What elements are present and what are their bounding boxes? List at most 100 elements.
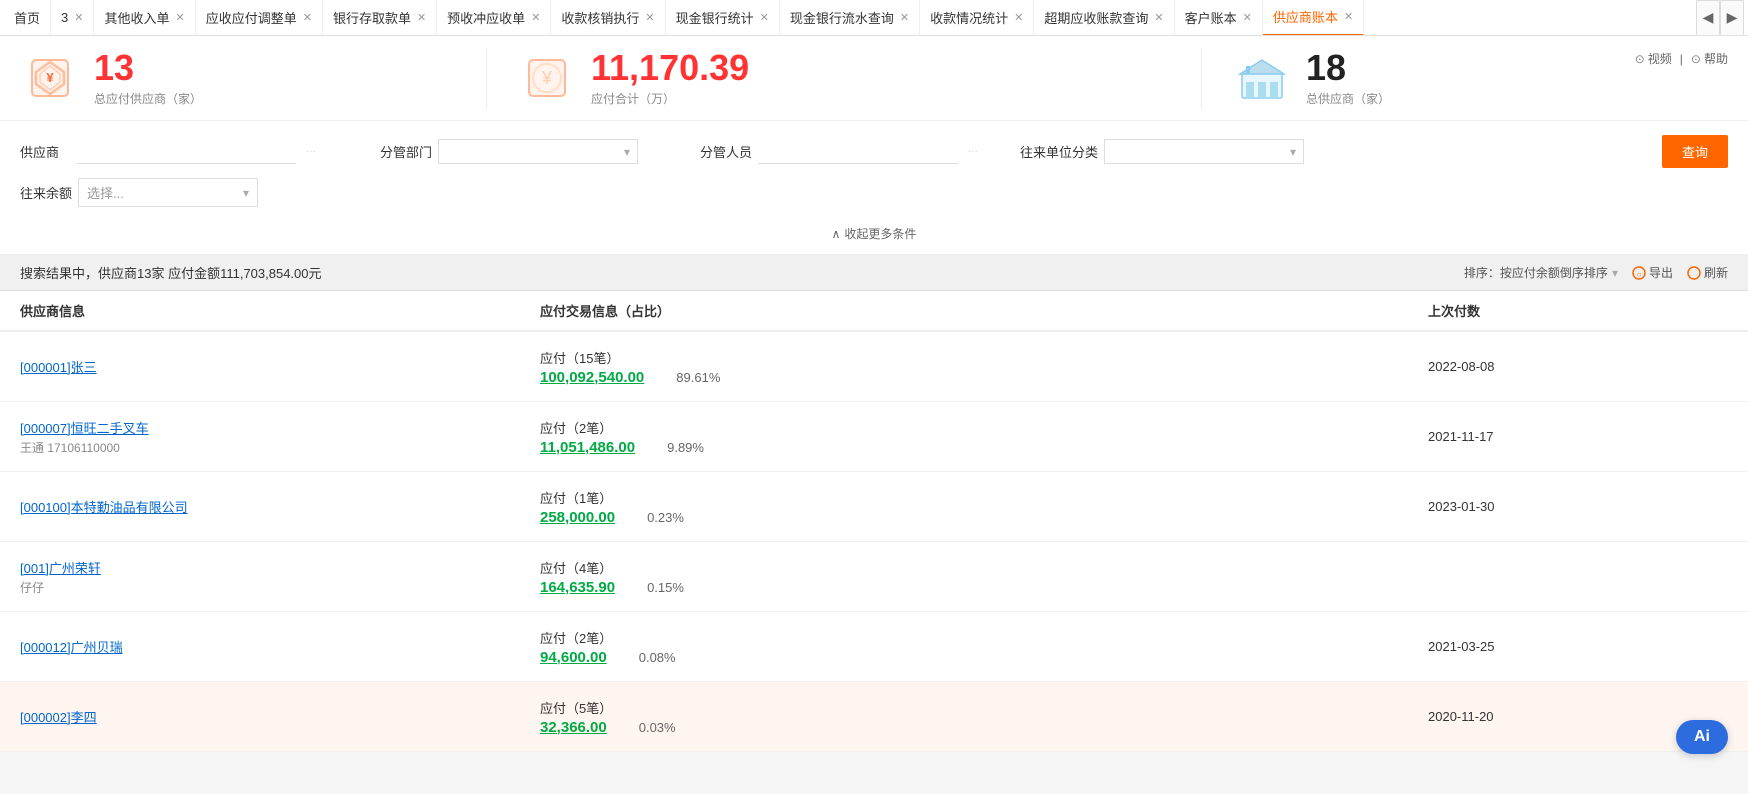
ai-button[interactable]: Ai — [1676, 720, 1728, 754]
dept-select[interactable] — [438, 139, 638, 164]
person-input[interactable] — [758, 140, 958, 164]
stat-info-suppliers-payable: 13 总应付供应商（家） — [94, 50, 202, 107]
stat-number-total-suppliers: 18 — [1306, 50, 1390, 86]
nav-arrow-left[interactable]: ◀ — [1696, 0, 1720, 36]
result-bar: 搜索结果中，供应商13家 应付金额111,703,854.00元 排序：按应付余… — [0, 255, 1748, 291]
nav-tab-bank-deposit[interactable]: 银行存取款单 ✕ — [323, 0, 437, 36]
close-ar-ap-adjust-icon[interactable]: ✕ — [303, 11, 312, 24]
close-supplier-ledger-icon[interactable]: ✕ — [1344, 10, 1353, 23]
nav-tab-cash-bank-stat[interactable]: 现金银行统计 ✕ — [666, 0, 780, 36]
nav-tab-ar-ap-adjust[interactable]: 应收应付调整单 ✕ — [196, 0, 323, 36]
col-last-pay: 上次付数 — [1428, 301, 1728, 320]
help-video-link[interactable]: ⊙视频 — [1635, 50, 1672, 67]
supplier-info-cell: [000012]广州贝瑞 — [20, 637, 540, 656]
supplier-name-link[interactable]: [000007]恒旺二手叉车 — [20, 418, 540, 437]
nav-tab-home[interactable]: 首页 — [4, 0, 51, 36]
col-payable-info: 应付交易信息（占比） — [540, 301, 1428, 320]
stat-label-total-suppliers: 总供应商（家） — [1306, 90, 1390, 107]
supplier-name-link[interactable]: [000012]广州贝瑞 — [20, 637, 540, 656]
table-row: [000100]本特勤油品有限公司 应付（1笔） 258,000.00 0.23… — [0, 472, 1748, 542]
stat-payable-total: ¥ 11,170.39 应付合计（万） — [517, 48, 1202, 108]
supplier-info-cell: [000007]恒旺二手叉车 王通 17106110000 — [20, 418, 540, 456]
nav-tab-bank-deposit-label: 银行存取款单 — [333, 8, 411, 27]
person-dots-icon[interactable]: ··· — [968, 146, 978, 157]
payable-amount[interactable]: 164,635.90 — [540, 579, 615, 596]
last-pay-date: 2023-01-30 — [1428, 499, 1728, 514]
nav-tab-other-income[interactable]: 其他收入单 ✕ — [94, 0, 195, 36]
svg-text:¥: ¥ — [46, 70, 54, 85]
nav-tab-other-income-label: 其他收入单 — [104, 8, 169, 27]
close-prepay-ar-icon[interactable]: ✕ — [531, 11, 540, 24]
supplier-name-link[interactable]: [000002]李四 — [20, 707, 540, 726]
help-link[interactable]: ⊙帮助 — [1691, 50, 1728, 67]
nav-tab-overdue-ar[interactable]: 超期应收账款查询 ✕ — [1034, 0, 1174, 36]
nav-tab-receipt-verify[interactable]: 收款核销执行 ✕ — [551, 0, 665, 36]
nav-tab-supplier-ledger[interactable]: 供应商账本 ✕ — [1263, 0, 1364, 36]
table-header: 供应商信息 应付交易信息（占比） 上次付数 — [0, 291, 1748, 332]
nav-tab-3-label: 3 — [61, 10, 68, 25]
payable-info-cell: 应付（2笔） 11,051,486.00 9.89% — [540, 418, 1428, 456]
search-button[interactable]: 查询 — [1662, 135, 1728, 168]
payable-amount[interactable]: 94,600.00 — [540, 649, 607, 666]
sort-select[interactable]: 排序：按应付余额倒序排序 ▾ — [1464, 264, 1618, 281]
top-nav: 首页 3 ✕ 其他收入单 ✕ 应收应付调整单 ✕ 银行存取款单 ✕ 预收冲应收单… — [0, 0, 1748, 36]
filter-supplier: 供应商 ··· — [20, 140, 360, 164]
stat-info-payable-total: 11,170.39 应付合计（万） — [591, 50, 749, 107]
payable-label: 应付（2笔） — [540, 418, 1428, 437]
nav-tab-prepay-ar-label: 预收冲应收单 — [447, 8, 525, 27]
payable-percent: 0.15% — [647, 580, 684, 595]
close-receipt-verify-icon[interactable]: ✕ — [645, 11, 654, 24]
category-select[interactable] — [1104, 139, 1304, 164]
supplier-name-link[interactable]: [000001]张三 — [20, 357, 540, 376]
nav-tab-home-label: 首页 — [14, 8, 40, 27]
payable-amount[interactable]: 32,366.00 — [540, 719, 607, 736]
close-receipt-stat-icon[interactable]: ✕ — [1014, 11, 1023, 24]
supplier-name-link[interactable]: [001]广州荣轩 — [20, 558, 540, 577]
close-tab-3-icon[interactable]: ✕ — [74, 11, 83, 24]
nav-tab-3[interactable]: 3 ✕ — [51, 0, 94, 36]
balance-select[interactable]: 选择... ▾ — [78, 178, 258, 207]
payable-amount[interactable]: 258,000.00 — [540, 509, 615, 526]
nav-tab-receipt-stat[interactable]: 收款情况统计 ✕ — [920, 0, 1034, 36]
close-cash-bank-stat-icon[interactable]: ✕ — [760, 11, 769, 24]
nav-arrow-right[interactable]: ▶ — [1720, 0, 1744, 36]
nav-tab-receipt-stat-label: 收款情况统计 — [930, 8, 1008, 27]
payable-label: 应付（5笔） — [540, 698, 1428, 717]
svg-text:○: ○ — [1637, 270, 1642, 279]
filter-dept: 分管部门 — [380, 139, 680, 164]
supplier-dots-icon[interactable]: ··· — [306, 146, 316, 157]
payable-info-cell: 应付（4笔） 164,635.90 0.15% — [540, 558, 1428, 596]
close-cash-bank-flow-icon[interactable]: ✕ — [900, 11, 909, 24]
nav-tab-supplier-ledger-label: 供应商账本 — [1273, 7, 1338, 26]
dept-select-wrapper — [438, 139, 638, 164]
close-customer-ledger-icon[interactable]: ✕ — [1243, 11, 1252, 24]
payable-amount[interactable]: 11,051,486.00 — [540, 439, 635, 456]
supplier-name-link[interactable]: [000100]本特勤油品有限公司 — [20, 497, 540, 516]
result-actions: 排序：按应付余额倒序排序 ▾ ○ 导出 刷新 — [1464, 264, 1728, 281]
stat-info-total-suppliers: 18 总供应商（家） — [1306, 50, 1390, 107]
filter-person: 分管人员 ··· — [700, 140, 1000, 164]
close-other-income-icon[interactable]: ✕ — [175, 11, 184, 24]
refresh-button[interactable]: 刷新 — [1687, 264, 1728, 281]
supplier-info-cell: [000002]李四 — [20, 707, 540, 726]
filter-category-label: 往来单位分类 — [1020, 142, 1098, 161]
stat-number-suppliers-payable: 13 — [94, 50, 202, 86]
balance-placeholder: 选择... — [87, 183, 124, 202]
nav-tab-prepay-ar[interactable]: 预收冲应收单 ✕ — [437, 0, 551, 36]
payable-amount[interactable]: 100,092,540.00 — [540, 369, 644, 386]
stat-total-suppliers: 18 总供应商（家） — [1232, 48, 1698, 108]
nav-tab-cash-bank-flow[interactable]: 现金银行流水查询 ✕ — [780, 0, 920, 36]
collapse-button[interactable]: ∧ 收起更多条件 — [20, 225, 1728, 242]
payable-label: 应付（2笔） — [540, 628, 1428, 647]
payable-label: 应付（15笔） — [540, 348, 1428, 367]
nav-tab-cash-bank-stat-label: 现金银行统计 — [676, 8, 754, 27]
close-bank-deposit-icon[interactable]: ✕ — [417, 11, 426, 24]
export-button[interactable]: ○ 导出 — [1632, 264, 1673, 281]
supplier-input[interactable] — [76, 140, 296, 164]
filter-row-2: 往来余额 选择... ▾ — [20, 178, 1728, 207]
supplier-info-cell: [000001]张三 — [20, 357, 540, 376]
nav-tab-customer-ledger[interactable]: 客户账本 ✕ — [1175, 0, 1263, 36]
payable-percent: 0.08% — [639, 650, 676, 665]
nav-tab-customer-ledger-label: 客户账本 — [1185, 8, 1237, 27]
close-overdue-ar-icon[interactable]: ✕ — [1154, 11, 1163, 24]
